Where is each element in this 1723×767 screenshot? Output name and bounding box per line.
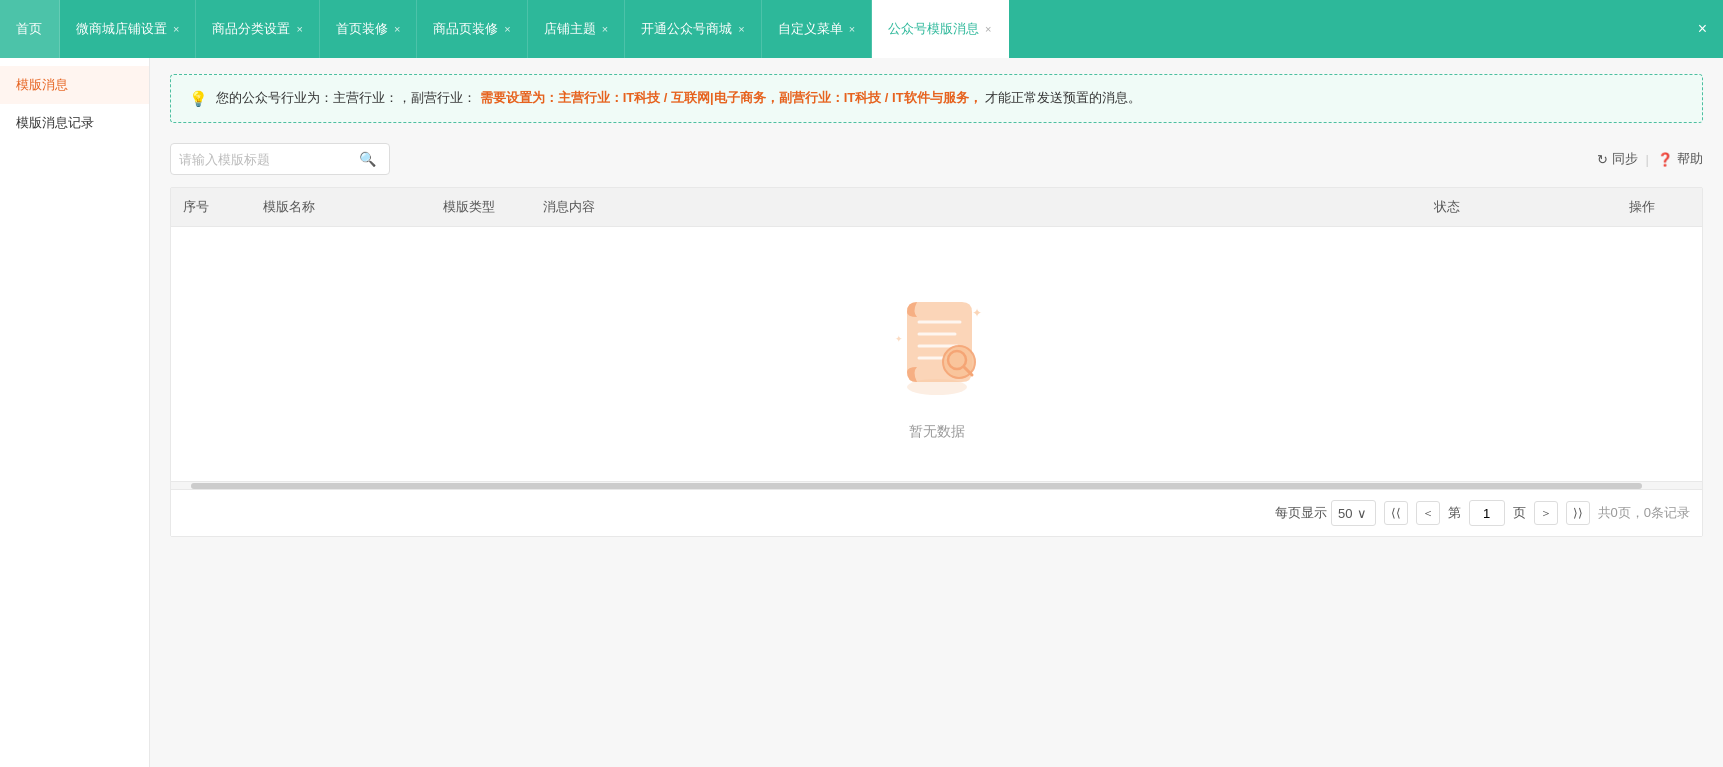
empty-state: ✦ ✦ 暂无数据 (171, 227, 1702, 481)
sidebar-item-template-msg[interactable]: 模版消息 (0, 66, 149, 104)
notice-text: 您的公众号行业为：主营行业：，副营行业： 需要设置为：主营行业：IT科技 / 互… (216, 89, 1141, 107)
th-name: 模版名称 (251, 188, 431, 226)
nav-close-all-button[interactable]: × (1682, 0, 1723, 58)
nav-tab-product-decor-close[interactable]: × (504, 23, 510, 35)
help-button[interactable]: ❓ 帮助 (1657, 150, 1703, 168)
nav-tab-custom-menu-label: 自定义菜单 (778, 20, 843, 38)
sync-label: 同步 (1612, 150, 1638, 168)
top-nav: 首页 微商城店铺设置 × 商品分类设置 × 首页装修 × 商品页装修 × 店铺主… (0, 0, 1723, 58)
nav-tab-product-decor-label: 商品页装修 (433, 20, 498, 38)
pagination: 每页显示 50 ∨ ⟨⟨ ＜ 第 页 ＞ ⟩⟩ 共0页，0条记录 (171, 489, 1702, 536)
page-size-dropdown[interactable]: 50 ∨ (1331, 500, 1375, 526)
page-first-button[interactable]: ⟨⟨ (1384, 501, 1408, 525)
nav-tab-store-setting-label: 微商城店铺设置 (76, 20, 167, 38)
page-size-select: 每页显示 50 ∨ (1275, 500, 1375, 526)
page-unit-label: 页 (1513, 504, 1526, 522)
pagination-total: 共0页，0条记录 (1598, 504, 1690, 522)
th-status: 状态 (1422, 188, 1582, 226)
page-prev-button[interactable]: ＜ (1416, 501, 1440, 525)
sidebar: 模版消息 模版消息记录 (0, 58, 150, 767)
th-seq: 序号 (171, 188, 251, 226)
nav-tab-template-message-label: 公众号模版消息 (888, 20, 979, 38)
nav-tab-home-decor-label: 首页装修 (336, 20, 388, 38)
search-icon[interactable]: 🔍 (359, 151, 376, 167)
page-size-label: 每页显示 (1275, 504, 1327, 522)
nav-tab-category-label: 商品分类设置 (212, 20, 290, 38)
table-header: 序号 模版名称 模版类型 消息内容 状态 操作 (171, 188, 1702, 227)
toolbar-divider: | (1646, 152, 1649, 167)
nav-tab-open-wechat-close[interactable]: × (738, 23, 744, 35)
nav-tab-store-theme-close[interactable]: × (602, 23, 608, 35)
nav-tab-product-decor[interactable]: 商品页装修 × (417, 0, 527, 58)
svg-text:✦: ✦ (895, 334, 903, 344)
page-size-value: 50 (1338, 506, 1352, 521)
nav-tab-home[interactable]: 首页 (0, 0, 60, 58)
empty-text: 暂无数据 (909, 423, 965, 441)
data-table: 序号 模版名称 模版类型 消息内容 状态 操作 (170, 187, 1703, 537)
page-last-button[interactable]: ⟩⟩ (1566, 501, 1590, 525)
nav-tab-open-wechat-store[interactable]: 开通公众号商城 × (625, 0, 761, 58)
nav-tab-category-setting[interactable]: 商品分类设置 × (196, 0, 319, 58)
nav-tab-category-close[interactable]: × (296, 23, 302, 35)
scrollbar-thumb[interactable] (191, 483, 1642, 489)
help-icon: ❓ (1657, 152, 1673, 167)
page-number-input[interactable] (1469, 500, 1505, 526)
chevron-down-icon: ∨ (1357, 506, 1367, 521)
th-type: 模版类型 (431, 188, 531, 226)
content-area: 💡 您的公众号行业为：主营行业：，副营行业： 需要设置为：主营行业：IT科技 /… (150, 58, 1723, 767)
toolbar-right: ↻ 同步 | ❓ 帮助 (1597, 150, 1703, 168)
nav-tab-template-message[interactable]: 公众号模版消息 × (872, 0, 1008, 58)
sync-button[interactable]: ↻ 同步 (1597, 150, 1638, 168)
sync-icon: ↻ (1597, 152, 1608, 167)
nav-tab-home-decor-close[interactable]: × (394, 23, 400, 35)
sidebar-item-template-msg-record-label: 模版消息记录 (16, 115, 94, 130)
search-input[interactable] (179, 152, 359, 167)
th-content: 消息内容 (531, 188, 1422, 226)
toolbar: 🔍 ↻ 同步 | ❓ 帮助 (170, 143, 1703, 175)
nav-tab-custom-menu[interactable]: 自定义菜单 × (762, 0, 872, 58)
th-action: 操作 (1582, 188, 1702, 226)
main-layout: 模版消息 模版消息记录 💡 您的公众号行业为：主营行业：，副营行业： 需要设置为… (0, 58, 1723, 767)
nav-tab-open-wechat-label: 开通公众号商城 (641, 20, 732, 38)
nav-tab-home-label: 首页 (16, 20, 42, 38)
nav-tab-store-setting-close[interactable]: × (173, 23, 179, 35)
nav-tab-store-setting[interactable]: 微商城店铺设置 × (60, 0, 196, 58)
nav-tab-custom-menu-close[interactable]: × (849, 23, 855, 35)
nav-tab-store-theme[interactable]: 店铺主题 × (528, 0, 625, 58)
current-page-label: 第 (1448, 504, 1461, 522)
nav-tab-home-decor[interactable]: 首页装修 × (320, 0, 417, 58)
empty-illustration: ✦ ✦ (877, 287, 997, 407)
horizontal-scrollbar[interactable] (171, 481, 1702, 489)
lightbulb-icon: 💡 (189, 90, 208, 108)
search-box: 🔍 (170, 143, 390, 175)
notice-box: 💡 您的公众号行业为：主营行业：，副营行业： 需要设置为：主营行业：IT科技 /… (170, 74, 1703, 123)
notice-highlight: 需要设置为：主营行业：IT科技 / 互联网|电子商务，副营行业：IT科技 / I… (480, 90, 982, 105)
sidebar-item-template-msg-record[interactable]: 模版消息记录 (0, 104, 149, 142)
nav-tab-store-theme-label: 店铺主题 (544, 20, 596, 38)
nav-tab-template-message-close[interactable]: × (985, 23, 991, 35)
page-next-button[interactable]: ＞ (1534, 501, 1558, 525)
sidebar-item-template-msg-label: 模版消息 (16, 77, 68, 92)
help-label: 帮助 (1677, 150, 1703, 168)
svg-text:✦: ✦ (972, 306, 982, 320)
